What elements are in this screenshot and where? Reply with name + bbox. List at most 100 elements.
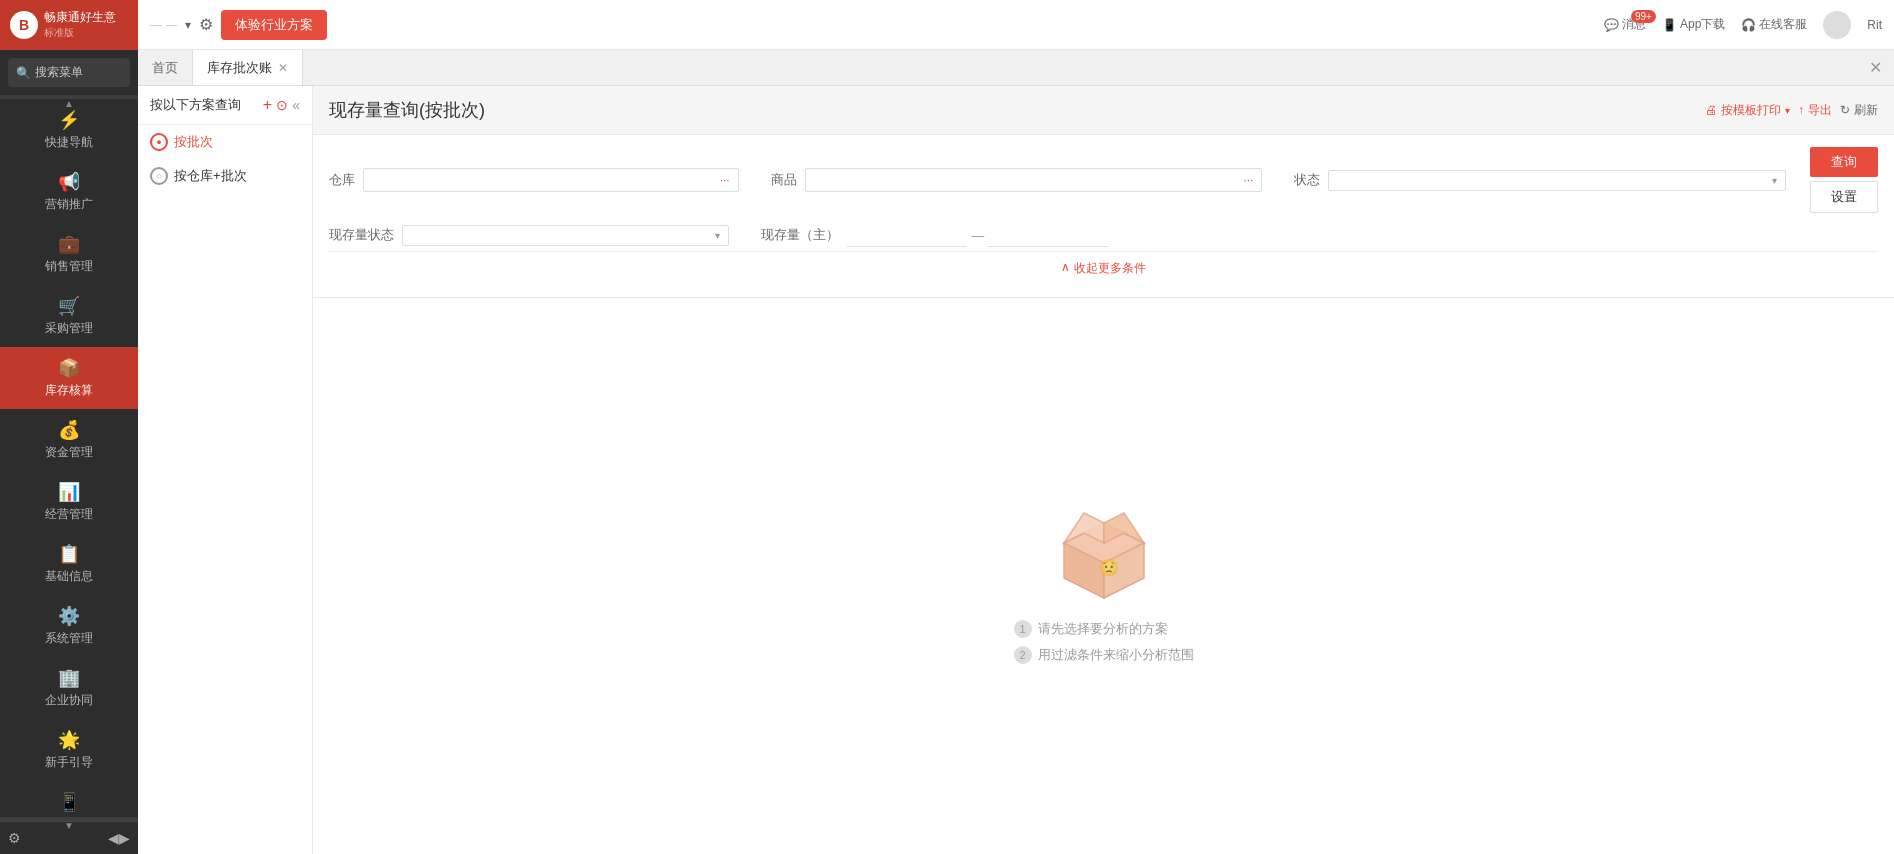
sidebar-item-inventory-label: 库存核算	[45, 382, 93, 399]
collapse-label: 收起更多条件	[1074, 260, 1146, 277]
sidebar-item-inventory[interactable]: 📦 库存核算	[0, 347, 138, 409]
collapse-left-panel-button[interactable]: «	[292, 97, 300, 113]
search-icon: 🔍	[16, 66, 31, 80]
sidebar-item-basics[interactable]: 📋 基础信息	[0, 533, 138, 595]
app-title: 畅康通好生意	[44, 10, 116, 26]
guide-icon: 🌟	[58, 729, 80, 751]
scheme-settings-button[interactable]: ⊙	[276, 98, 288, 112]
active-scheme-icon: ●	[150, 133, 168, 151]
sidebar-item-enterprise-label: 企业协同	[45, 692, 93, 709]
sidebar-item-sales[interactable]: 💼 销售管理	[0, 223, 138, 285]
right-content-panel: 现存量查询(按批次) 🖨 按模板打印 ▾ ↑ 导出 ↻	[313, 86, 1894, 854]
sidebar-item-operations-label: 经营管理	[45, 506, 93, 523]
stock-status-arrow-icon: ▾	[715, 230, 720, 241]
app-logo: B	[10, 11, 38, 39]
hint-2-number: 2	[1014, 646, 1032, 664]
sidebar-item-marketing[interactable]: 📢 营销推广	[0, 161, 138, 223]
sidebar-item-finance-label: 资金管理	[45, 444, 93, 461]
sidebar-item-finance[interactable]: 💰 资金管理	[0, 409, 138, 471]
operations-icon: 📊	[58, 481, 80, 503]
status-select[interactable]: ▾	[1328, 170, 1786, 191]
breadcrumb-dropdown[interactable]: ▾	[185, 18, 191, 32]
scheme-item-by-batch[interactable]: ● 按批次	[138, 125, 312, 159]
breadcrumb: — —	[150, 18, 177, 32]
close-panel-button[interactable]: ✕	[1857, 58, 1894, 77]
page-header-actions: 🖨 按模板打印 ▾ ↑ 导出 ↻ 刷新	[1705, 102, 1878, 119]
query-button[interactable]: 查询	[1810, 147, 1878, 177]
print-template-button[interactable]: 🖨 按模板打印 ▾	[1705, 102, 1790, 119]
sidebar-footer: ⚙ ◀▶	[0, 821, 138, 854]
sidebar-item-enterprise[interactable]: 🏢 企业协同	[0, 657, 138, 719]
tab-inventory-batch[interactable]: 库存批次账 ✕	[193, 50, 303, 85]
sidebar-item-operations[interactable]: 📊 经营管理	[0, 471, 138, 533]
stock-status-select[interactable]: ▾	[402, 225, 729, 246]
product-label: 商品	[771, 171, 797, 189]
warehouse-dots[interactable]: ···	[720, 173, 730, 187]
tabbar: 首页 库存批次账 ✕ ✕	[138, 50, 1894, 86]
tab-close-icon[interactable]: ✕	[278, 61, 288, 75]
breadcrumb-text: — —	[150, 18, 177, 32]
content-area: 按以下方案查询 + ⊙ « ● 按批次 ○ 按仓库+批次	[138, 86, 1894, 854]
stock-qty-max-input[interactable]	[988, 223, 1108, 247]
empty-hint-1: 1 请先选择要分析的方案	[1014, 620, 1194, 638]
sidebar-item-basics-label: 基础信息	[45, 568, 93, 585]
online-service-button[interactable]: 🎧 在线客服	[1741, 16, 1807, 33]
app-version: 标准版	[44, 26, 116, 40]
sidebar-item-shortcut[interactable]: ⚡ 快捷导航	[0, 99, 138, 161]
collapse-icon: ∧	[1061, 260, 1070, 277]
sales-icon: 💼	[58, 233, 80, 255]
sidebar-item-purchase-label: 采购管理	[45, 320, 93, 337]
inactive-scheme-icon: ○	[150, 167, 168, 185]
product-dots[interactable]: ···	[1243, 173, 1253, 187]
username-label[interactable]: Rit	[1867, 18, 1882, 32]
collapse-sidebar-button[interactable]: ◀▶	[108, 830, 130, 846]
warehouse-input[interactable]: ···	[363, 168, 739, 192]
column-settings-button[interactable]: 设置	[1810, 181, 1878, 213]
marketing-icon: 📢	[58, 171, 80, 193]
print-dropdown-icon: ▾	[1785, 105, 1790, 116]
stock-qty-min-input[interactable]	[847, 223, 967, 247]
message-button[interactable]: 💬 消息 99+	[1604, 16, 1646, 33]
scheme-warehouse-batch-label: 按仓库+批次	[174, 167, 247, 185]
sidebar-item-guide[interactable]: 🌟 新手引导	[0, 719, 138, 781]
action-buttons: 查询 设置	[1810, 147, 1878, 213]
empty-illustration: 😟	[1044, 488, 1164, 608]
export-button[interactable]: ↑ 导出	[1798, 102, 1832, 119]
trial-button[interactable]: 体验行业方案	[221, 10, 327, 40]
apps-icon: 📱	[58, 791, 80, 813]
print-label: 按模板打印	[1721, 102, 1781, 119]
message-badge: 99+	[1631, 10, 1656, 23]
sidebar-search-area[interactable]: 🔍 搜索菜单	[0, 50, 138, 95]
user-avatar[interactable]	[1823, 11, 1851, 39]
empty-hints: 1 请先选择要分析的方案 2 用过滤条件来缩小分析范围	[1014, 620, 1194, 664]
online-service-label: 在线客服	[1759, 16, 1807, 33]
app-download-button[interactable]: 📱 App下载	[1662, 16, 1725, 33]
tab-home[interactable]: 首页	[138, 50, 193, 85]
filter-area: 仓库 ··· 商品 ···	[313, 135, 1894, 298]
headset-icon: 🎧	[1741, 18, 1756, 32]
enterprise-icon: 🏢	[58, 667, 80, 689]
message-icon: 💬	[1604, 18, 1619, 32]
topbar: — — ▾ ⚙ 体验行业方案 💬 消息 99+ 📱 App下载 🎧	[138, 0, 1894, 50]
left-filter-panel: 按以下方案查询 + ⊙ « ● 按批次 ○ 按仓库+批次	[138, 86, 313, 854]
sidebar-item-system[interactable]: ⚙️ 系统管理	[0, 595, 138, 657]
refresh-label: 刷新	[1854, 102, 1878, 119]
sidebar-item-purchase[interactable]: 🛒 采购管理	[0, 285, 138, 347]
settings-footer-button[interactable]: ⚙	[8, 830, 21, 846]
search-menu-button[interactable]: 🔍 搜索菜单	[8, 58, 130, 87]
collapse-filters-row[interactable]: ∧ 收起更多条件	[329, 251, 1878, 285]
stock-qty-dash: —	[971, 228, 984, 243]
sidebar-item-guide-label: 新手引导	[45, 754, 93, 771]
refresh-button[interactable]: ↻ 刷新	[1840, 102, 1878, 119]
status-label: 状态	[1294, 171, 1320, 189]
sidebar-item-apps[interactable]: 📱 应用中心	[0, 781, 138, 817]
add-scheme-button[interactable]: +	[263, 97, 272, 113]
refresh-icon: ↻	[1840, 103, 1850, 117]
export-label: 导出	[1808, 102, 1832, 119]
sidebar-item-system-label: 系统管理	[45, 630, 93, 647]
stock-status-filter: 现存量状态 ▾	[329, 225, 729, 246]
scheme-item-by-warehouse-batch[interactable]: ○ 按仓库+批次	[138, 159, 312, 193]
product-input[interactable]: ···	[805, 168, 1263, 192]
topbar-gear-button[interactable]: ⚙	[199, 15, 213, 34]
scheme-batch-label: 按批次	[174, 133, 213, 151]
